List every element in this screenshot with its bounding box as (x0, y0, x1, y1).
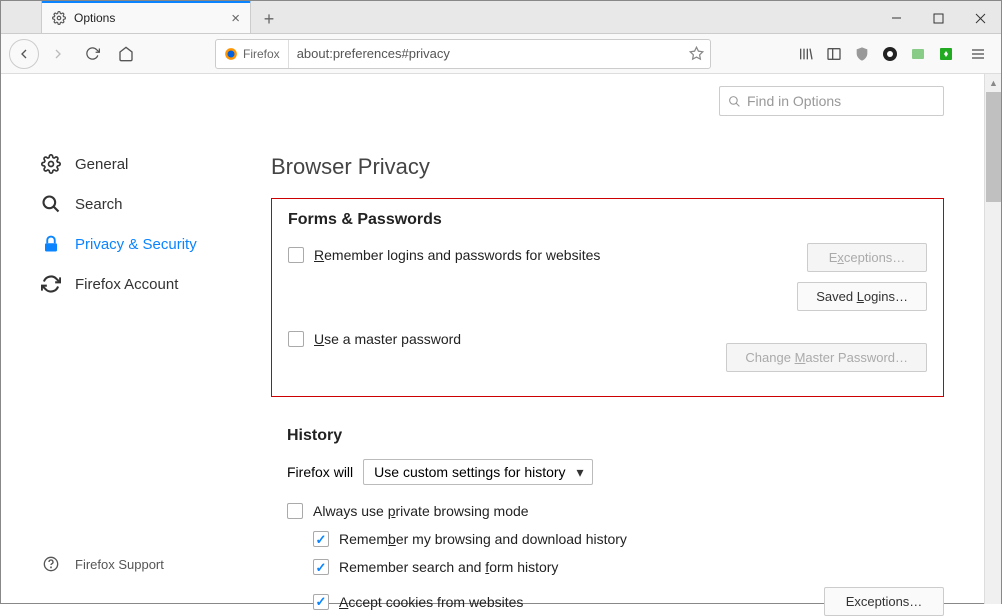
window-minimize-button[interactable] (875, 3, 917, 33)
change-master-password-button[interactable]: Change Master Password… (726, 343, 927, 372)
scroll-up-icon[interactable]: ▲ (985, 74, 1002, 91)
bookmark-star-icon[interactable] (682, 46, 710, 61)
exceptions-button[interactable]: Exceptions… (807, 243, 927, 272)
cookie-exceptions-button[interactable]: Exceptions… (824, 587, 944, 616)
help-icon (41, 554, 61, 574)
sidebar-item-general[interactable]: General (1, 144, 231, 184)
private-browsing-label: Always use private browsing mode (313, 503, 529, 519)
reload-button[interactable] (77, 39, 107, 69)
master-password-checkbox[interactable] (288, 331, 304, 347)
find-placeholder: Find in Options (747, 93, 841, 109)
extension-icon-2[interactable] (907, 43, 929, 65)
forward-button[interactable] (43, 39, 73, 69)
sidebar-icon[interactable] (823, 43, 845, 65)
tab-title: Options (74, 11, 223, 25)
search-icon (728, 95, 741, 108)
back-button[interactable] (9, 39, 39, 69)
forms-heading: Forms & Passwords (288, 211, 927, 229)
shield-icon[interactable] (851, 43, 873, 65)
sync-icon (41, 274, 61, 294)
find-in-options-input[interactable]: Find in Options (719, 86, 944, 116)
library-icon[interactable] (795, 43, 817, 65)
new-tab-button[interactable]: + (255, 5, 283, 33)
accept-cookies-checkbox[interactable] (313, 594, 329, 610)
sidebar-support-label: Firefox Support (75, 557, 164, 572)
gear-icon (52, 11, 66, 25)
firefox-icon (224, 47, 238, 61)
preferences-main: Find in Options Browser Privacy Forms & … (231, 74, 984, 604)
sidebar-label: Privacy & Security (75, 236, 197, 253)
window-maximize-button[interactable] (917, 3, 959, 33)
history-section: History Firefox will Use custom settings… (271, 427, 944, 616)
remember-browsing-label: Remember my browsing and download histor… (339, 531, 627, 547)
remember-search-checkbox[interactable] (313, 559, 329, 575)
sidebar-label: Firefox Account (75, 276, 178, 293)
url-bar[interactable]: Firefox about:preferences#privacy (215, 39, 711, 69)
accept-cookies-label: Accept cookies from websites (339, 594, 523, 610)
firefox-will-label: Firefox will (287, 464, 353, 480)
remember-logins-label: Remember logins and passwords for websit… (314, 247, 600, 263)
sidebar-item-search[interactable]: Search (1, 184, 231, 224)
sidebar-label: Search (75, 196, 123, 213)
lock-icon (41, 234, 61, 254)
menu-button[interactable] (963, 39, 993, 69)
gear-icon (41, 154, 61, 174)
forms-passwords-highlight: Forms & Passwords Remember logins and pa… (271, 198, 944, 397)
remember-browsing-checkbox[interactable] (313, 531, 329, 547)
search-icon (41, 194, 61, 214)
history-mode-select[interactable]: Use custom settings for history (363, 459, 592, 485)
toolbar: Firefox about:preferences#privacy (1, 34, 1001, 74)
tab-bar: Options × + (1, 1, 1001, 34)
history-heading: History (287, 427, 944, 445)
remember-search-label: Remember search and form history (339, 559, 558, 575)
private-browsing-checkbox[interactable] (287, 503, 303, 519)
remember-logins-checkbox[interactable] (288, 247, 304, 263)
url-identity[interactable]: Firefox (216, 40, 289, 68)
home-button[interactable] (111, 39, 141, 69)
extension-icon-1[interactable] (879, 43, 901, 65)
window-close-button[interactable] (959, 3, 1001, 33)
page-title: Browser Privacy (271, 154, 944, 180)
preferences-sidebar: General Search Privacy & Security Firefo… (1, 74, 231, 604)
url-path[interactable]: about:preferences#privacy (289, 46, 682, 61)
browser-tab[interactable]: Options × (41, 1, 251, 33)
scrollbar[interactable]: ▲ (984, 74, 1001, 604)
sidebar-item-support[interactable]: Firefox Support (1, 544, 231, 604)
sidebar-item-privacy[interactable]: Privacy & Security (1, 224, 231, 264)
saved-logins-button[interactable]: Saved Logins… (797, 282, 927, 311)
scrollbar-thumb[interactable] (986, 92, 1001, 202)
url-identity-label: Firefox (243, 47, 280, 61)
sidebar-item-account[interactable]: Firefox Account (1, 264, 231, 304)
close-tab-icon[interactable]: × (231, 10, 240, 27)
extension-icon-3[interactable] (935, 43, 957, 65)
sidebar-label: General (75, 156, 128, 173)
master-password-label: Use a master password (314, 331, 461, 347)
